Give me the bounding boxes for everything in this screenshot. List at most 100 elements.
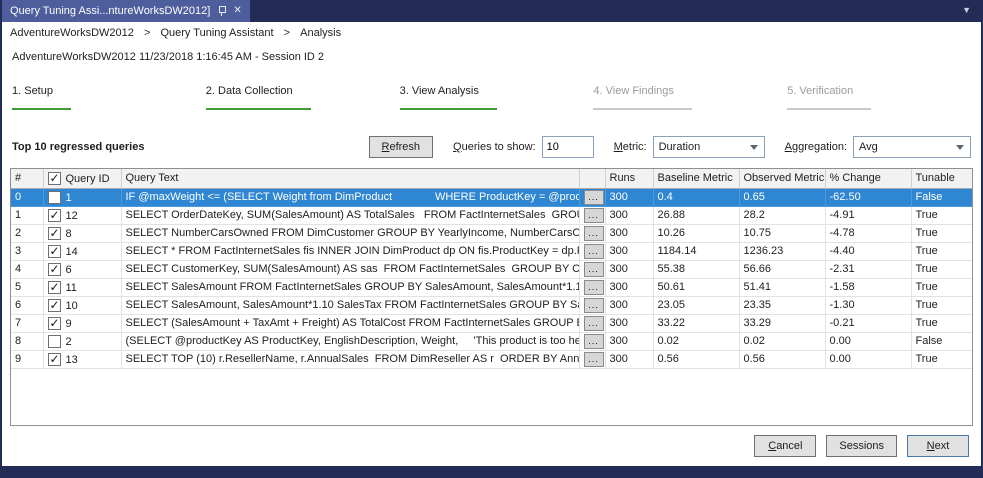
- column-header-detail: [579, 169, 606, 189]
- query-id: 11: [65, 281, 77, 294]
- next-button[interactable]: Next: [907, 435, 969, 457]
- window-menu-caret-icon[interactable]: ▼: [962, 6, 971, 15]
- row-checkbox[interactable]: [47, 244, 61, 258]
- tunable-value: True: [911, 296, 972, 315]
- cancel-button[interactable]: Cancel: [754, 435, 817, 457]
- query-detail-button[interactable]: ...: [583, 333, 604, 349]
- baseline-metric-value: 0.4: [653, 188, 740, 207]
- row-query-id-cell: 14: [43, 242, 122, 261]
- metric-select[interactable]: Duration: [652, 136, 765, 158]
- row-checkbox[interactable]: [47, 298, 61, 312]
- table-row[interactable]: 5 11 SELECT SalesAmount FROM FactInterne…: [11, 278, 972, 297]
- row-checkbox[interactable]: [47, 226, 61, 240]
- wizard-steps: 1. Setup 2. Data Collection 3. View Anal…: [12, 85, 981, 110]
- pct-change-value: 0.00: [825, 350, 912, 369]
- table-row[interactable]: 0 1 IF @maxWeight <= (SELECT Weight from…: [11, 188, 972, 207]
- query-text: SELECT OrderDateKey, SUM(SalesAmount) AS…: [121, 206, 580, 225]
- query-id: 1: [65, 191, 72, 204]
- wizard-step-verification: 5. Verification: [787, 85, 981, 110]
- row-index: 1: [11, 206, 44, 225]
- sessions-button[interactable]: Sessions: [826, 435, 897, 457]
- query-detail-button[interactable]: ...: [583, 315, 604, 331]
- query-detail-button[interactable]: ...: [583, 243, 604, 259]
- chevron-down-icon: [749, 145, 758, 150]
- observed-metric-value: 0.02: [739, 332, 826, 351]
- tunable-value: True: [911, 224, 972, 243]
- row-query-id-cell: 2: [43, 332, 122, 351]
- query-text: SELECT NumberCarsOwned FROM DimCustomer …: [121, 224, 580, 243]
- row-query-id-cell: 13: [43, 350, 122, 369]
- column-header-tunable: Tunable: [911, 169, 972, 189]
- wizard-step-view-findings: 4. View Findings: [593, 85, 787, 110]
- query-id: 6: [65, 263, 72, 276]
- baseline-metric-value: 55.38: [653, 260, 740, 279]
- query-detail-button[interactable]: ...: [583, 225, 604, 241]
- tunable-value: True: [911, 206, 972, 225]
- query-text: SELECT CustomerKey, SUM(SalesAmount) AS …: [121, 260, 580, 279]
- row-query-id-cell: 11: [43, 278, 122, 297]
- row-query-id-cell: 12: [43, 206, 122, 225]
- query-detail-button[interactable]: ...: [583, 351, 604, 367]
- query-detail-button[interactable]: ...: [583, 261, 604, 277]
- query-detail-button[interactable]: ...: [583, 279, 604, 295]
- row-index: 8: [11, 332, 44, 351]
- row-index: 4: [11, 260, 44, 279]
- select-all-checkbox[interactable]: [47, 171, 61, 185]
- runs-value: 300: [605, 296, 654, 315]
- row-checkbox[interactable]: [47, 208, 61, 222]
- observed-metric-value: 51.41: [739, 278, 826, 297]
- aggregation-select[interactable]: Avg: [853, 136, 971, 158]
- query-id: 12: [65, 209, 78, 222]
- tunable-value: True: [911, 314, 972, 333]
- query-text: (SELECT @productKey AS ProductKey, Engli…: [121, 332, 580, 351]
- query-detail-cell: ...: [579, 260, 606, 279]
- row-checkbox[interactable]: [47, 190, 61, 204]
- breadcrumb-item-analysis[interactable]: Analysis: [300, 27, 341, 39]
- queries-to-show-input[interactable]: [541, 136, 594, 158]
- observed-metric-value: 56.66: [739, 260, 826, 279]
- table-row[interactable]: 9 13 SELECT TOP (10) r.ResellerName, r.A…: [11, 350, 972, 369]
- breadcrumb-item-assistant[interactable]: Query Tuning Assistant: [160, 27, 273, 39]
- row-checkbox[interactable]: [47, 352, 61, 366]
- query-id: 10: [65, 299, 78, 312]
- query-id: 9: [65, 317, 72, 330]
- wizard-step-data-collection: 2. Data Collection: [205, 85, 400, 110]
- query-detail-button[interactable]: ...: [583, 189, 604, 205]
- query-detail-cell: ...: [579, 242, 606, 261]
- query-detail-cell: ...: [579, 206, 606, 225]
- column-header-runs: Runs: [605, 169, 654, 189]
- close-icon[interactable]: ✕: [233, 6, 241, 16]
- query-detail-button[interactable]: ...: [583, 297, 604, 313]
- step-label: 2. Data Collection: [205, 85, 311, 110]
- table-row[interactable]: 4 6 SELECT CustomerKey, SUM(SalesAmount)…: [11, 260, 972, 279]
- refresh-button[interactable]: Refresh: [368, 136, 434, 158]
- runs-value: 300: [605, 350, 654, 369]
- row-checkbox[interactable]: [47, 280, 61, 294]
- pct-change-value: -4.91: [825, 206, 912, 225]
- table-row[interactable]: 7 9 SELECT (SalesAmount + TaxAmt + Freig…: [11, 314, 972, 333]
- row-checkbox[interactable]: [47, 316, 61, 330]
- query-detail-button[interactable]: ...: [583, 207, 604, 223]
- observed-metric-value: 10.75: [739, 224, 826, 243]
- query-text: SELECT SalesAmount FROM FactInternetSale…: [121, 278, 580, 297]
- pin-icon[interactable]: [217, 5, 227, 17]
- observed-metric-value: 28.2: [739, 206, 826, 225]
- runs-value: 300: [605, 242, 654, 261]
- table-row[interactable]: 1 12 SELECT OrderDateKey, SUM(SalesAmoun…: [11, 206, 972, 225]
- column-header-query-text: Query Text: [121, 169, 580, 189]
- row-checkbox[interactable]: [47, 262, 61, 276]
- table-row[interactable]: 3 14 SELECT * FROM FactInternetSales fis…: [11, 242, 972, 261]
- breadcrumb-item-database[interactable]: AdventureWorksDW2012: [10, 27, 134, 39]
- table-row[interactable]: 2 8 SELECT NumberCarsOwned FROM DimCusto…: [11, 224, 972, 243]
- baseline-metric-value: 33.22: [653, 314, 740, 333]
- wizard-step-setup: 1. Setup: [12, 85, 206, 110]
- document-tab[interactable]: Query Tuning Assi...ntureWorksDW2012] ✕: [2, 0, 250, 22]
- observed-metric-value: 1236.23: [739, 242, 826, 261]
- footer-buttons: Cancel Sessions Next: [2, 435, 981, 466]
- table-row[interactable]: 8 2 (SELECT @productKey AS ProductKey, E…: [11, 332, 972, 351]
- row-checkbox[interactable]: [47, 334, 61, 348]
- tunable-value: True: [911, 242, 972, 261]
- table-row[interactable]: 6 10 SELECT SalesAmount, SalesAmount*1.1…: [11, 296, 972, 315]
- tunable-value: True: [911, 278, 972, 297]
- runs-value: 300: [605, 224, 654, 243]
